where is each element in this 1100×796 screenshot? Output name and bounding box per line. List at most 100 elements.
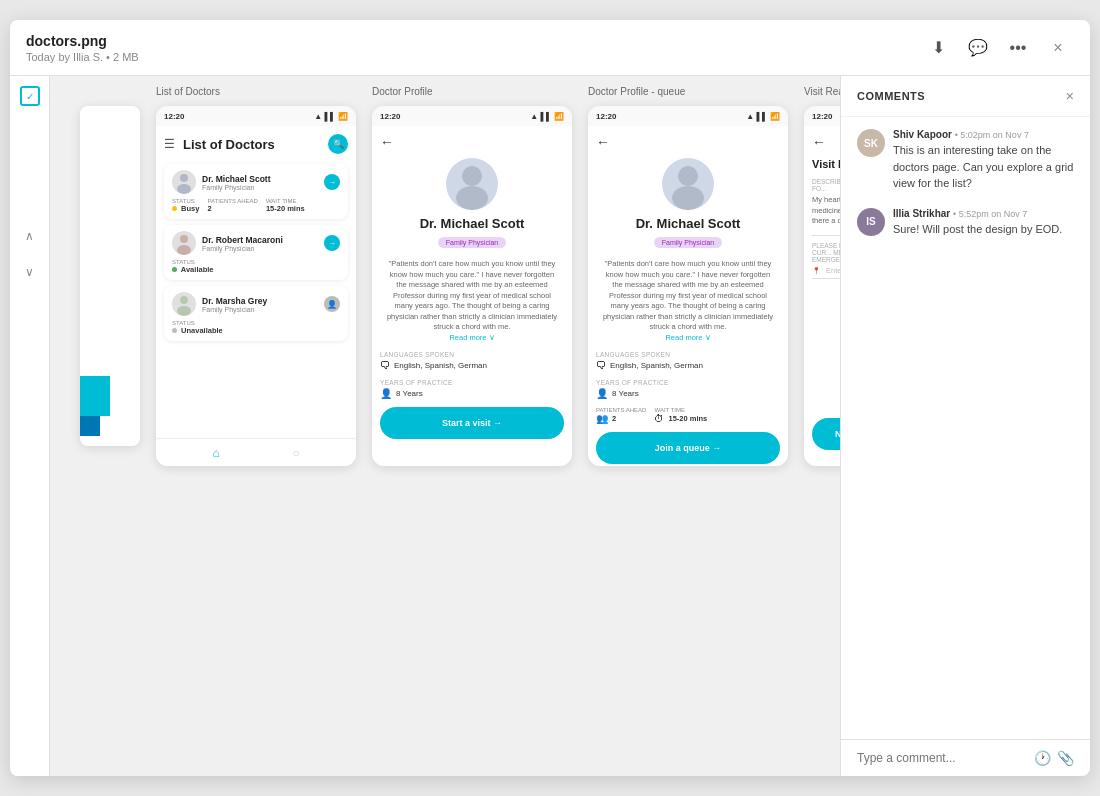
doctor-profile-queue-wrapper: Doctor Profile - queue 12:20 ▲ ▌▌ 📶 ← [588, 106, 788, 466]
status-busy-dot [172, 206, 177, 211]
doctor2-specialty: Family Physician [202, 245, 283, 252]
close-button[interactable]: × [1042, 32, 1074, 64]
patients-label: PATIENTS AHEAD [207, 198, 257, 204]
screen1-label: List of Doctors [156, 86, 220, 97]
circle-nav-icon[interactable]: ○ [292, 446, 299, 460]
visit-reason-title: Visit Reas... [812, 158, 840, 170]
visit-reason-wrapper: Visit Reason 12:20 ▲ ▌▌ 📶 ← Visit Reas..… [804, 106, 840, 466]
queue-wait-icon: ⏱ [654, 413, 664, 424]
home-nav-icon[interactable]: ⌂ [212, 446, 219, 460]
visit-reason-content: ← Visit Reas... DESCRIBE YOUR REASON FO.… [804, 126, 840, 295]
comment-item: SK Shiv Kapoor • 5:02pm on Nov 7 This is… [857, 129, 1074, 192]
doctor1-patients: 2 [207, 204, 257, 213]
screen3-time: 12:20 [596, 112, 616, 121]
visit-cta-area: N... [804, 418, 840, 450]
comments-header: COMMENTS × [841, 76, 1090, 117]
download-button[interactable]: ⬇ [922, 32, 954, 64]
comment1-author: Shiv Kapoor [893, 129, 952, 140]
comment2-initials: IS [866, 216, 875, 227]
address-input-fake: 📍 Enter your address... [812, 266, 840, 279]
doctor3-name: Dr. Marsha Grey [202, 296, 267, 306]
join-queue-button[interactable]: Join a queue → [596, 432, 780, 464]
screen3-content: ← Dr. Michael Scott Family Physician "Pa… [588, 126, 788, 466]
screen2-icons: ▲ ▌▌ 📶 [530, 112, 564, 121]
more-button[interactable]: ••• [1002, 32, 1034, 64]
doctor3-status: Unavailable [172, 326, 223, 335]
status-available-dot [172, 267, 177, 272]
doctor3-info: Dr. Marsha Grey Family Physician [202, 296, 267, 313]
queue-patients-group: PATIENTS AHEAD 👥 2 [596, 407, 646, 424]
back-button2[interactable]: ← [596, 134, 780, 150]
linkedin-block [80, 416, 100, 436]
screen3-label: Doctor Profile - queue [588, 86, 685, 97]
describe-text: My heart is broken by medicine to cure m… [812, 195, 840, 227]
doctor2-action-btn[interactable]: → [324, 235, 340, 251]
list-item: Dr. Marsha Grey Family Physician 👤 STATU… [164, 286, 348, 341]
comment2-text: Sure! Will post the design by EOD. [893, 221, 1074, 238]
years-label2: YEARS OF PRACTICE [596, 379, 780, 386]
svg-point-9 [672, 186, 704, 210]
queue-wait-value: 15-20 mins [668, 414, 707, 423]
file-title: doctors.png [26, 33, 922, 49]
visit-cta-button[interactable]: N... [812, 418, 840, 450]
attachment-icon[interactable]: 📎 [1057, 750, 1074, 766]
comment1-body: Shiv Kapoor • 5:02pm on Nov 7 This is an… [893, 129, 1074, 192]
doctor1-patients-group: PATIENTS AHEAD 2 [207, 198, 257, 213]
screen2-time: 12:20 [380, 112, 400, 121]
doctor1-action-btn[interactable]: → [324, 174, 340, 190]
comment2-body: Illia Strikhar • 5:52pm on Nov 7 Sure! W… [893, 208, 1074, 238]
doctor2-status-group: STATUS Available [172, 259, 213, 274]
comment-action-icons: 🕐 📎 [1034, 750, 1074, 766]
queue-wait-group: WAIT TIME ⏱ 15-20 mins [654, 407, 707, 424]
left-sidebar: ✓ ∧ ∨ [10, 76, 50, 776]
screen4-status-bar: 12:20 ▲ ▌▌ 📶 [804, 106, 840, 126]
comment-button[interactable]: 💬 [962, 32, 994, 64]
collapse-up-icon[interactable]: ∧ [16, 222, 44, 250]
comment-input-field[interactable] [857, 751, 1026, 765]
doctor1-status-group: STATUS Busy [172, 198, 199, 213]
list-item: Dr. Robert Macaroni Family Physician → S… [164, 225, 348, 280]
languages-icon2: 🗨 [596, 360, 606, 371]
doctor2-status: Available [172, 265, 213, 274]
screens-container: List of Doctors 12:20 ▲ ▌▌ 📶 ☰ List of D… [70, 96, 820, 476]
back-button[interactable]: ← [380, 134, 564, 150]
years-row: 👤 8 Years [380, 388, 564, 399]
screen1-title: List of Doctors [183, 137, 275, 152]
doctor2-bottom: STATUS Available [172, 259, 340, 274]
file-meta: Today by Illia S. • 2 MB [26, 51, 922, 63]
check-icon[interactable]: ✓ [20, 86, 40, 106]
list-doctors-wrapper: List of Doctors 12:20 ▲ ▌▌ 📶 ☰ List of D… [156, 106, 356, 466]
languages-section: LANGUAGES SPOKEN 🗨 English, Spanish, Ger… [380, 351, 564, 371]
screen2-label: Doctor Profile [372, 86, 433, 97]
doctor1-status: Busy [172, 204, 199, 213]
read-more-link2[interactable]: Read more ∨ [665, 333, 710, 342]
doctor2-avatar [172, 231, 196, 255]
comment-item: IS Illia Strikhar • 5:52pm on Nov 7 Sure… [857, 208, 1074, 238]
search-button[interactable]: 🔍 [328, 134, 348, 154]
doctor1-avatar [172, 170, 196, 194]
screen3-icons: ▲ ▌▌ 📶 [746, 112, 780, 121]
app-window: doctors.png Today by Illia S. • 2 MB ⬇ 💬… [10, 20, 1090, 776]
back-button3[interactable]: ← [812, 134, 840, 150]
svg-point-0 [180, 174, 188, 182]
start-visit-button[interactable]: Start a visit → [380, 407, 564, 439]
screen2-phone: 12:20 ▲ ▌▌ 📶 ← Dr. Michael Scott Family … [372, 106, 572, 466]
canvas-area[interactable]: List of Doctors 12:20 ▲ ▌▌ 📶 ☰ List of D… [50, 76, 840, 776]
doctor3-bottom: STATUS Unavailable [172, 320, 340, 335]
clock-icon[interactable]: 🕐 [1034, 750, 1051, 766]
screen1-header: ☰ List of Doctors 🔍 [164, 134, 348, 154]
doctor2-info: Dr. Robert Macaroni Family Physician [202, 235, 283, 252]
years-value: 8 Years [396, 389, 423, 398]
svg-point-6 [462, 166, 482, 186]
title-bar: doctors.png Today by Illia S. • 2 MB ⬇ 💬… [10, 20, 1090, 76]
svg-point-3 [177, 245, 191, 255]
comment2-author: Illia Strikhar [893, 208, 950, 219]
address-label: PLEASE PROVIDE YOUR CUR... MEDICAL EMERG… [812, 242, 840, 263]
screen3-phone: 12:20 ▲ ▌▌ 📶 ← Dr. Michael Scott Family … [588, 106, 788, 466]
status-unavailable-dot [172, 328, 177, 333]
screen1-icons: ▲ ▌▌ 📶 [314, 112, 348, 121]
list-item: Dr. Michael Scott Family Physician → STA… [164, 164, 348, 219]
comments-close-button[interactable]: × [1066, 88, 1074, 104]
read-more-link[interactable]: Read more ∨ [449, 333, 494, 342]
collapse-down-icon[interactable]: ∨ [16, 258, 44, 286]
